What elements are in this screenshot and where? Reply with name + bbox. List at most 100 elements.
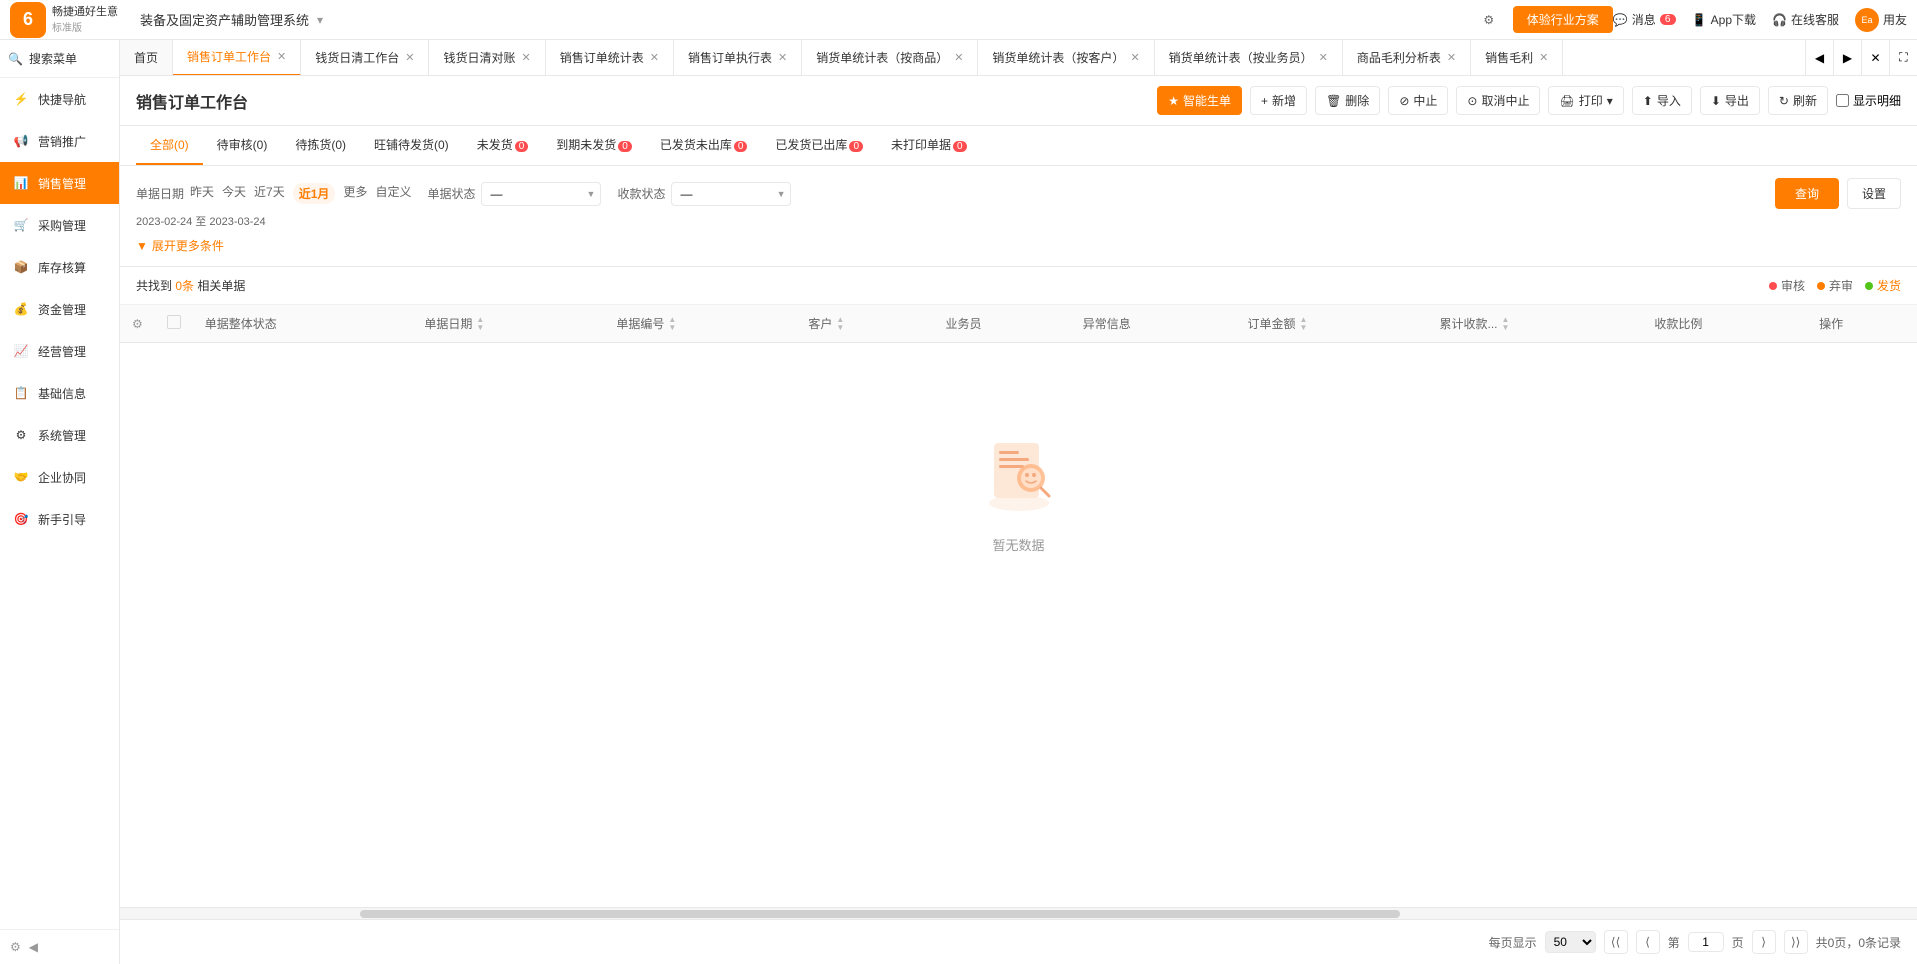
sidebar-item-6[interactable]: 📈经营管理 xyxy=(0,330,119,372)
column-settings-icon[interactable]: ⚙ xyxy=(132,317,143,331)
delete-btn[interactable]: 🗑 删除 xyxy=(1315,86,1380,115)
table-scroll-area[interactable]: ⚙ 单据整体状态 xyxy=(120,305,1917,907)
filter-tab-7[interactable]: 已发货已出库0 xyxy=(761,126,877,165)
col-cumulative[interactable]: 累计收款... ▲▼ xyxy=(1428,305,1643,343)
tab-7[interactable]: 销货单统计表（按客户）✕ xyxy=(978,40,1154,76)
search-menu-btn[interactable]: 🔍 搜索菜单 xyxy=(0,40,119,78)
ship-btn[interactable]: 发货 xyxy=(1865,277,1901,294)
message-btn[interactable]: 💬 消息 6 xyxy=(1613,11,1676,28)
col-amount[interactable]: 订单金额 ▲▼ xyxy=(1236,305,1428,343)
date-7days[interactable]: 近7天 xyxy=(254,183,285,204)
sidebar-item-0[interactable]: ⚡快捷导航 xyxy=(0,78,119,120)
tab-8[interactable]: 销货单统计表（按业务员）✕ xyxy=(1155,40,1343,76)
tab-close-all-btn[interactable]: ✕ xyxy=(1861,40,1889,76)
tab-close-4[interactable]: ✕ xyxy=(650,51,659,64)
show-detail-checkbox[interactable] xyxy=(1836,94,1849,107)
tab-close-7[interactable]: ✕ xyxy=(1130,51,1139,64)
status-select[interactable]: — xyxy=(481,182,601,206)
date-yesterday[interactable]: 昨天 xyxy=(190,183,214,204)
filter-settings-btn[interactable]: 设置 xyxy=(1847,178,1901,209)
expand-more-btn[interactable]: ▼ 展开更多条件 xyxy=(136,237,1901,254)
tab-next-btn[interactable]: ▶ xyxy=(1833,40,1861,76)
tab-close-5[interactable]: ✕ xyxy=(778,51,787,64)
horizontal-scrollbar[interactable] xyxy=(120,907,1917,919)
last-page-btn[interactable]: ⟩⟩ xyxy=(1784,930,1808,954)
smart-create-btn[interactable]: ★ 智能生单 xyxy=(1157,86,1242,115)
sidebar-item-5[interactable]: 💰资金管理 xyxy=(0,288,119,330)
sort-cumulative-icon[interactable]: ▲▼ xyxy=(1502,316,1510,332)
col-date[interactable]: 单据日期 ▲▼ xyxy=(412,305,604,343)
app-download-btn[interactable]: 📱 App下载 xyxy=(1692,11,1756,28)
system-title-arrow-icon[interactable]: ▾ xyxy=(317,13,323,27)
print-btn[interactable]: 🖨 打印 ▾ xyxy=(1548,86,1623,115)
tab-close-2[interactable]: ✕ xyxy=(405,51,414,64)
tab-5[interactable]: 销售订单执行表✕ xyxy=(674,40,802,76)
query-btn[interactable]: 查询 xyxy=(1775,178,1839,209)
tab-1[interactable]: 销售订单工作台✕ xyxy=(173,40,301,76)
cancel-stop-btn[interactable]: ⊙ 取消中止 xyxy=(1456,86,1540,115)
industry-btn[interactable]: 体验行业方案 xyxy=(1513,6,1613,33)
collapse-icon[interactable]: ◀ xyxy=(29,940,38,954)
online-service-btn[interactable]: 🎧 在线客服 xyxy=(1772,11,1839,28)
gear-icon[interactable]: ⚙ xyxy=(10,940,21,954)
filter-tab-6[interactable]: 已发货未出库0 xyxy=(646,126,762,165)
col-customer[interactable]: 客户 ▲▼ xyxy=(796,305,933,343)
sidebar-item-1[interactable]: 📢营销推广 xyxy=(0,120,119,162)
tab-10[interactable]: 销售毛利✕ xyxy=(1471,40,1563,76)
payment-select[interactable]: — xyxy=(671,182,791,206)
reject-btn[interactable]: 弃审 xyxy=(1817,277,1853,294)
filter-tab-1[interactable]: 待审核(0) xyxy=(203,126,282,165)
tab-close-9[interactable]: ✕ xyxy=(1447,51,1456,64)
filter-tab-0[interactable]: 全部(0) xyxy=(136,126,203,165)
tab-close-8[interactable]: ✕ xyxy=(1319,51,1328,64)
stop-btn[interactable]: ⊘ 中止 xyxy=(1388,86,1448,115)
tab-close-10[interactable]: ✕ xyxy=(1539,51,1548,64)
tab-6[interactable]: 销货单统计表（按商品）✕ xyxy=(802,40,978,76)
audit-btn[interactable]: 审核 xyxy=(1769,277,1805,294)
user-profile-btn[interactable]: Ea 用友 xyxy=(1855,8,1907,32)
per-page-select[interactable]: 50 100 200 xyxy=(1545,931,1596,953)
scrollbar-thumb[interactable] xyxy=(360,910,1400,918)
sidebar-item-7[interactable]: 📋基础信息 xyxy=(0,372,119,414)
refresh-btn[interactable]: ↻ 刷新 xyxy=(1768,86,1828,115)
tab-3[interactable]: 钱货日清对账✕ xyxy=(429,40,545,76)
tab-0[interactable]: 首页 xyxy=(120,40,173,76)
tab-close-6[interactable]: ✕ xyxy=(954,51,963,64)
sort-customer-icon[interactable]: ▲▼ xyxy=(836,316,844,332)
tab-fullscreen-btn[interactable]: ⛶ xyxy=(1889,40,1917,76)
show-detail-label[interactable]: 显示明细 xyxy=(1836,92,1901,109)
tab-close-1[interactable]: ✕ xyxy=(277,50,286,63)
sort-number-icon[interactable]: ▲▼ xyxy=(668,316,676,332)
tab-prev-btn[interactable]: ◀ xyxy=(1805,40,1833,76)
date-1month[interactable]: 近1月 xyxy=(293,183,336,204)
sort-amount-icon[interactable]: ▲▼ xyxy=(1300,316,1308,332)
prev-page-btn[interactable]: ⟨ xyxy=(1636,930,1660,954)
sort-date-icon[interactable]: ▲▼ xyxy=(476,316,484,332)
sidebar-item-2[interactable]: 📊销售管理 xyxy=(0,162,119,204)
tab-9[interactable]: 商品毛利分析表✕ xyxy=(1343,40,1471,76)
settings-icon[interactable]: ⚙ xyxy=(1475,6,1503,34)
sidebar-item-8[interactable]: ⚙系统管理 xyxy=(0,414,119,456)
col-number[interactable]: 单据编号 ▲▼ xyxy=(604,305,796,343)
date-custom[interactable]: 自定义 xyxy=(375,183,411,204)
select-all-checkbox[interactable] xyxy=(167,315,181,329)
import-btn[interactable]: ⬆ 导入 xyxy=(1632,86,1692,115)
filter-tab-8[interactable]: 未打印单据0 xyxy=(877,126,981,165)
next-page-btn[interactable]: ⟩ xyxy=(1752,930,1776,954)
filter-tab-4[interactable]: 未发货0 xyxy=(463,126,543,165)
sidebar-item-4[interactable]: 📦库存核算 xyxy=(0,246,119,288)
date-more[interactable]: 更多 xyxy=(343,183,367,204)
sidebar-item-9[interactable]: 🤝企业协同 xyxy=(0,456,119,498)
tab-close-3[interactable]: ✕ xyxy=(522,51,531,64)
sidebar-item-10[interactable]: 🎯新手引导 xyxy=(0,498,119,540)
export-btn[interactable]: ⬇ 导出 xyxy=(1700,86,1760,115)
first-page-btn[interactable]: ⟨⟨ xyxy=(1604,930,1628,954)
filter-tab-5[interactable]: 到期未发货0 xyxy=(542,126,646,165)
add-btn[interactable]: + 新增 xyxy=(1250,86,1307,115)
sidebar-item-3[interactable]: 🛒采购管理 xyxy=(0,204,119,246)
tab-4[interactable]: 销售订单统计表✕ xyxy=(546,40,674,76)
page-number-input[interactable] xyxy=(1688,932,1724,952)
tab-2[interactable]: 钱货日清工作台✕ xyxy=(301,40,429,76)
filter-tab-3[interactable]: 旺铺待发货(0) xyxy=(360,126,463,165)
filter-tab-2[interactable]: 待拣货(0) xyxy=(281,126,360,165)
